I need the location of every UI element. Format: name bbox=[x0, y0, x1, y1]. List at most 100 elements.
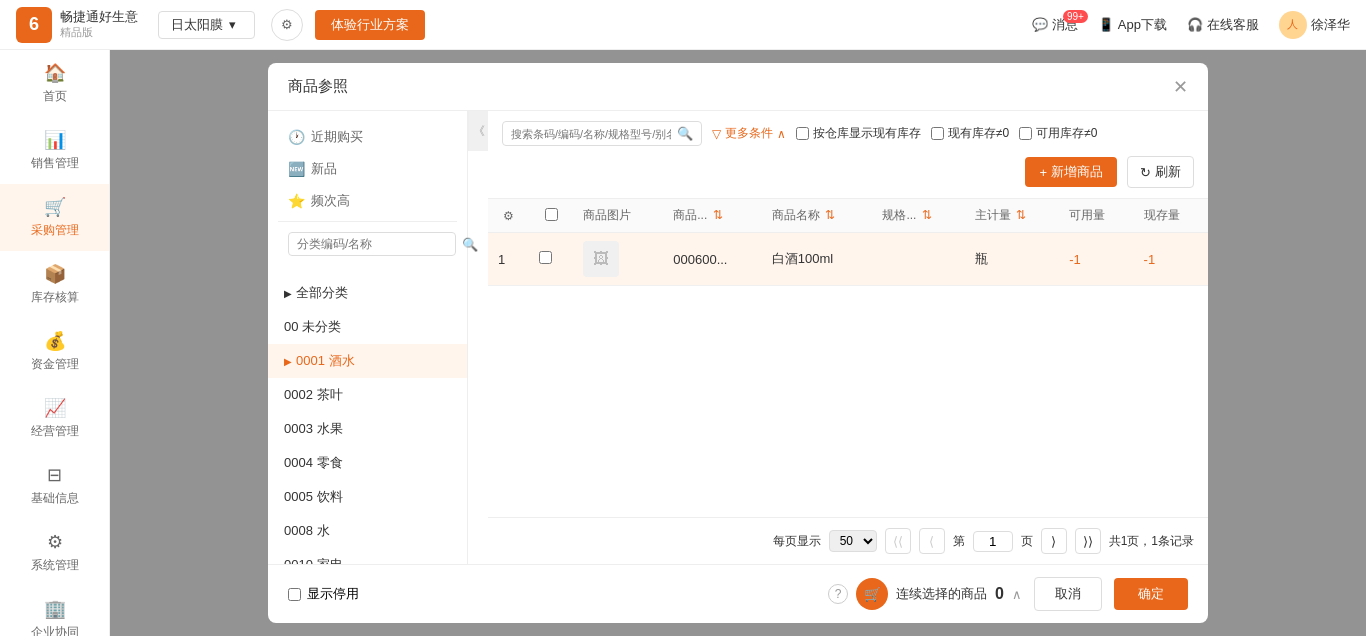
warehouse-stock-input[interactable] bbox=[796, 127, 809, 140]
quick-label-new: 新品 bbox=[311, 160, 337, 178]
sidebar-label-home: 首页 bbox=[43, 88, 67, 105]
quick-item-recent[interactable]: 🕐 近期购买 bbox=[278, 121, 457, 153]
category-item-00[interactable]: 00 未分类 bbox=[268, 310, 467, 344]
category-item-0003[interactable]: 0003 水果 bbox=[268, 412, 467, 446]
category-label-0010: 0010 家电 bbox=[284, 556, 343, 564]
collapse-cart-button[interactable]: ∧ bbox=[1012, 587, 1022, 602]
add-product-button[interactable]: + 新增商品 bbox=[1025, 157, 1117, 187]
sidebar-label-inventory: 库存核算 bbox=[31, 289, 79, 306]
modal-close-button[interactable]: ✕ bbox=[1173, 78, 1188, 96]
product-table: ⚙ 商品图片 商品... ⇅ 商品名称 ⇅ bbox=[488, 199, 1208, 286]
pagination: 每页显示 50 ⟨⟨ ⟨ 第 页 ⟩ ⟩⟩ 共1页，1条记录 bbox=[488, 517, 1208, 564]
row-checkbox[interactable] bbox=[539, 251, 552, 264]
sidebar-item-home[interactable]: 🏠 首页 bbox=[0, 50, 109, 117]
classify-search-input[interactable] bbox=[288, 232, 456, 256]
more-filter-button[interactable]: ▽ 更多条件 ∧ bbox=[712, 125, 786, 142]
select-all-checkbox[interactable] bbox=[545, 208, 558, 221]
refresh-button[interactable]: ↻ 刷新 bbox=[1127, 156, 1194, 188]
first-page-button[interactable]: ⟨⟨ bbox=[885, 528, 911, 554]
quick-item-frequent[interactable]: ⭐ 频次高 bbox=[278, 185, 457, 217]
row-name: 白酒100ml bbox=[762, 233, 873, 286]
category-label-0001: 0001 酒水 bbox=[296, 352, 355, 370]
sidebar-item-system[interactable]: ⚙ 系统管理 bbox=[0, 519, 109, 586]
confirm-button[interactable]: 确定 bbox=[1114, 578, 1188, 610]
category-item-0001[interactable]: ▶ 0001 酒水 bbox=[268, 344, 467, 378]
col-name[interactable]: 商品名称 ⇅ bbox=[762, 199, 873, 233]
category-item-0010[interactable]: 0010 家电 bbox=[268, 548, 467, 564]
main-area: 商品参照 ✕ 🕐 近期购买 🆕 新品 bbox=[110, 50, 1366, 636]
next-page-button[interactable]: ⟩ bbox=[1041, 528, 1067, 554]
available-stock-checkbox[interactable]: 可用库存≠0 bbox=[1019, 125, 1097, 142]
row-code: 000600... bbox=[663, 233, 762, 286]
user-name: 徐泽华 bbox=[1311, 16, 1350, 34]
quick-item-new[interactable]: 🆕 新品 bbox=[278, 153, 457, 185]
operation-icon: 📈 bbox=[44, 397, 66, 419]
sidebar-item-operation[interactable]: 📈 经营管理 bbox=[0, 385, 109, 452]
quick-label-recent: 近期购买 bbox=[311, 128, 363, 146]
sidebar-label-finance: 资金管理 bbox=[31, 356, 79, 373]
show-disabled-checkbox[interactable]: 显示停用 bbox=[288, 585, 359, 603]
sidebar-item-enterprise[interactable]: 🏢 企业协同 bbox=[0, 586, 109, 636]
message-badge: 99+ bbox=[1063, 10, 1088, 23]
cart-icon-button[interactable]: 🛒 bbox=[856, 578, 888, 610]
product-table-area: ⚙ 商品图片 商品... ⇅ 商品名称 ⇅ bbox=[488, 199, 1208, 517]
current-stock-input[interactable] bbox=[931, 127, 944, 140]
cart-label: 连续选择的商品 bbox=[896, 585, 987, 603]
col-settings[interactable]: ⚙ bbox=[488, 199, 529, 233]
headset-icon: 🎧 bbox=[1187, 17, 1203, 32]
refresh-icon: ↻ bbox=[1140, 165, 1151, 180]
message-icon: 💬 bbox=[1032, 17, 1048, 32]
col-unit[interactable]: 主计量 ⇅ bbox=[965, 199, 1060, 233]
page-input[interactable] bbox=[973, 531, 1013, 552]
sidebar-item-finance[interactable]: 💰 资金管理 bbox=[0, 318, 109, 385]
prev-page-button[interactable]: ⟨ bbox=[919, 528, 945, 554]
sort-icon-spec: ⇅ bbox=[922, 208, 932, 222]
message-item[interactable]: 💬 消息 99+ bbox=[1032, 16, 1078, 34]
col-checkbox[interactable] bbox=[529, 199, 573, 233]
app-download-item[interactable]: 📱 App下载 bbox=[1098, 16, 1167, 34]
show-disabled-label: 显示停用 bbox=[307, 585, 359, 603]
system-icon: ⚙ bbox=[47, 531, 63, 553]
product-search-input[interactable] bbox=[511, 128, 671, 140]
per-page-select[interactable]: 50 bbox=[829, 530, 877, 552]
last-page-button[interactable]: ⟩⟩ bbox=[1075, 528, 1101, 554]
cart-count: 0 bbox=[995, 585, 1004, 603]
classify-search-icon[interactable]: 🔍 bbox=[462, 237, 478, 252]
logo-icon: 6 bbox=[16, 7, 52, 43]
left-panel-top: 🕐 近期购买 🆕 新品 ⭐ 频次高 bbox=[268, 111, 467, 272]
user-item[interactable]: 人 徐泽华 bbox=[1279, 11, 1350, 39]
row-checkbox-cell[interactable] bbox=[529, 233, 573, 286]
trial-button[interactable]: 体验行业方案 bbox=[315, 10, 425, 40]
col-code[interactable]: 商品... ⇅ bbox=[663, 199, 762, 233]
row-image-cell: 🖼 bbox=[573, 233, 663, 286]
category-item-0002[interactable]: 0002 茶叶 bbox=[268, 378, 467, 412]
col-spec[interactable]: 规格... ⇅ bbox=[872, 199, 964, 233]
current-stock-checkbox[interactable]: 现有库存≠0 bbox=[931, 125, 1009, 142]
table-row[interactable]: 1 🖼 000600... 白酒100ml bbox=[488, 233, 1208, 286]
collapse-icon: 《 bbox=[473, 123, 485, 140]
search-icon[interactable]: 🔍 bbox=[677, 126, 693, 141]
service-item[interactable]: 🎧 在线客服 bbox=[1187, 16, 1259, 34]
category-item-0004[interactable]: 0004 零食 bbox=[268, 446, 467, 480]
category-item-0005[interactable]: 0005 饮料 bbox=[268, 480, 467, 514]
sidebar-item-sales[interactable]: 📊 销售管理 bbox=[0, 117, 109, 184]
nav-selector[interactable]: 日太阳膜 ▾ bbox=[158, 11, 255, 39]
cancel-button[interactable]: 取消 bbox=[1034, 577, 1102, 611]
sidebar-item-inventory[interactable]: 📦 库存核算 bbox=[0, 251, 109, 318]
sidebar-item-purchase[interactable]: 🛒 采购管理 bbox=[0, 184, 109, 251]
help-button[interactable]: ? bbox=[828, 584, 848, 604]
available-stock-input[interactable] bbox=[1019, 127, 1032, 140]
category-label-all: 全部分类 bbox=[296, 284, 348, 302]
show-disabled-input[interactable] bbox=[288, 588, 301, 601]
cart-area: ? 🛒 连续选择的商品 0 ∧ bbox=[828, 578, 1022, 610]
category-item-all[interactable]: ▶ 全部分类 bbox=[268, 276, 467, 310]
service-label: 在线客服 bbox=[1207, 16, 1259, 34]
settings-button[interactable]: ⚙ bbox=[271, 9, 303, 41]
col-image: 商品图片 bbox=[573, 199, 663, 233]
sidebar-item-basic[interactable]: ⊟ 基础信息 bbox=[0, 452, 109, 519]
warehouse-stock-checkbox[interactable]: 按仓库显示现有库存 bbox=[796, 125, 921, 142]
row-index: 1 bbox=[488, 233, 529, 286]
category-item-0008[interactable]: 0008 水 bbox=[268, 514, 467, 548]
add-btn-label: 新增商品 bbox=[1051, 163, 1103, 181]
panel-collapse-button[interactable]: 《 bbox=[468, 111, 488, 151]
